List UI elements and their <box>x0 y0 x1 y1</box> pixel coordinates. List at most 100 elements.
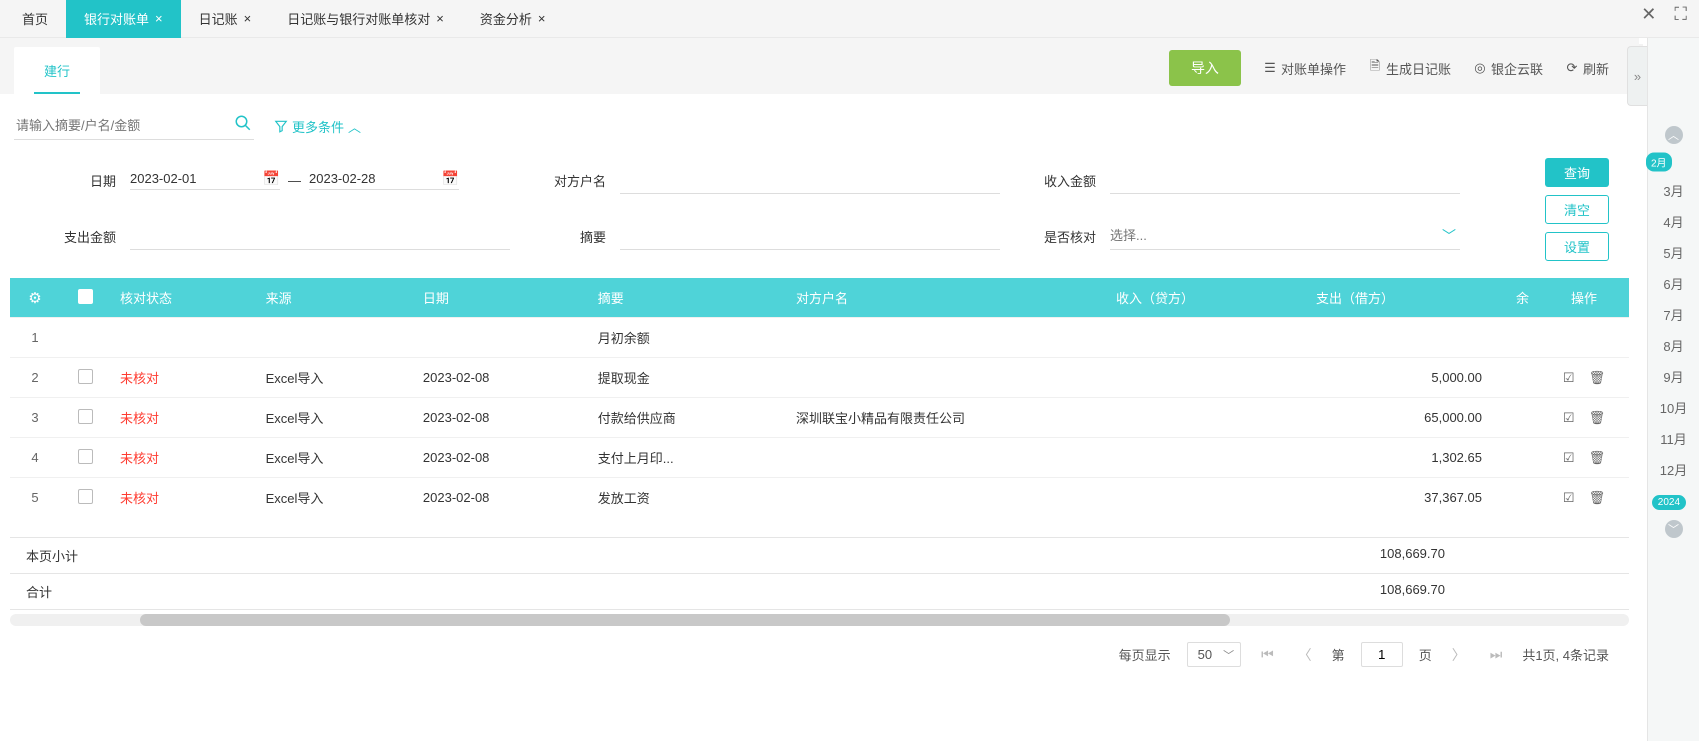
search-icon[interactable] <box>234 114 252 137</box>
calendar-icon[interactable]: 📅 <box>442 170 459 187</box>
month-item[interactable]: 11月 <box>1660 423 1687 454</box>
fullscreen-icon[interactable]: ⛶ <box>1674 4 1687 25</box>
month-item-active[interactable]: 2月 <box>1648 148 1699 175</box>
page-input[interactable] <box>1361 642 1403 667</box>
month-item[interactable]: 5月 <box>1660 237 1687 268</box>
counterparty-label: 对方户名 <box>510 171 620 190</box>
month-item[interactable]: 8月 <box>1660 330 1687 361</box>
per-page-select[interactable]: 50 ﹀ <box>1187 642 1241 667</box>
gen-journal-link[interactable]: 🗎生成日记账 <box>1368 59 1451 78</box>
tab-bank-statement[interactable]: 银行对账单× <box>66 0 181 38</box>
month-item[interactable]: 10月 <box>1660 392 1687 423</box>
close-icon[interactable]: × <box>538 11 546 26</box>
scrollbar-thumb[interactable] <box>140 614 1230 626</box>
date-to-field[interactable]: 2023-02-28 📅 <box>309 170 459 190</box>
cell-expense: 5,000.00 <box>1306 358 1506 398</box>
scroll-up-icon[interactable]: ︿ <box>1665 126 1683 144</box>
counterparty-input[interactable] <box>620 172 1000 187</box>
tab-reconcile[interactable]: 日记账与银行对账单核对× <box>269 0 462 38</box>
month-item[interactable]: 3月 <box>1660 175 1687 206</box>
month-item[interactable]: 6月 <box>1660 268 1687 299</box>
bank-tab[interactable]: 建行 <box>14 47 100 94</box>
date-from-field[interactable]: 2023-02-01 📅 <box>130 170 280 190</box>
import-button[interactable]: 导入 <box>1169 50 1241 86</box>
table-row[interactable]: 2未核对Excel导入2023-02-08提取现金5,000.00☑🗑 <box>10 358 1629 398</box>
counterparty-field[interactable] <box>620 166 1000 194</box>
chevron-down-icon: ﹀ <box>1223 647 1234 663</box>
refresh-link[interactable]: ⟳刷新 <box>1565 59 1609 78</box>
row-checkbox[interactable] <box>78 449 93 464</box>
tab-home[interactable]: 首页 <box>4 0 66 38</box>
table-row[interactable]: 5未核对Excel导入2023-02-08发放工资37,367.05☑🗑 <box>10 478 1629 518</box>
gear-icon[interactable]: ⚙ <box>28 290 41 307</box>
close-icon[interactable]: × <box>436 11 444 26</box>
search-input[interactable] <box>14 112 254 139</box>
summary-field[interactable] <box>620 222 1000 250</box>
row-index: 4 <box>10 438 60 478</box>
summary-input[interactable] <box>620 228 1000 243</box>
expense-field[interactable] <box>130 222 510 250</box>
per-page-value: 50 <box>1198 647 1212 662</box>
calendar-icon[interactable]: 📅 <box>263 170 280 187</box>
summary-label: 摘要 <box>510 227 620 246</box>
reconciled-input[interactable] <box>1110 228 1460 243</box>
horizontal-scrollbar[interactable] <box>10 614 1629 626</box>
row-checkbox[interactable] <box>78 369 93 384</box>
month-item[interactable]: 12月 <box>1660 454 1687 485</box>
month-active-label: 2月 <box>1646 152 1672 171</box>
cell-source: Excel导入 <box>256 438 413 478</box>
delete-icon[interactable]: 🗑 <box>1589 410 1606 426</box>
col-balance[interactable]: 余 <box>1506 278 1539 318</box>
check-icon[interactable]: ☑ <box>1563 490 1575 506</box>
check-icon[interactable]: ☑ <box>1563 410 1575 426</box>
collapse-handle[interactable]: » <box>1627 46 1647 106</box>
row-checkbox[interactable] <box>78 409 93 424</box>
bank-cloud-link[interactable]: ◎银企云联 <box>1473 59 1543 78</box>
col-status[interactable]: 核对状态 <box>110 278 256 318</box>
month-item[interactable]: 1月2024 <box>1660 485 1687 516</box>
table-row[interactable]: 1月初余额 <box>10 318 1629 358</box>
col-summary[interactable]: 摘要 <box>588 278 786 318</box>
year-badge: 2024 <box>1652 495 1686 510</box>
more-conditions-toggle[interactable]: 更多条件 ︿ <box>274 117 361 136</box>
close-icon[interactable]: × <box>244 11 252 26</box>
tab-fund-analysis[interactable]: 资金分析× <box>462 0 564 38</box>
action-link-label: 刷新 <box>1583 59 1609 78</box>
month-item[interactable]: 9月 <box>1660 361 1687 392</box>
delete-icon[interactable]: 🗑 <box>1589 490 1606 506</box>
reconciled-select[interactable]: ﹀ <box>1110 222 1460 250</box>
check-icon[interactable]: ☑ <box>1563 450 1575 466</box>
delete-icon[interactable]: 🗑 <box>1589 370 1606 386</box>
date-to-value: 2023-02-28 <box>309 171 376 186</box>
delete-icon[interactable]: 🗑 <box>1589 450 1606 466</box>
month-item[interactable]: 7月 <box>1660 299 1687 330</box>
table-row[interactable]: 4未核对Excel导入2023-02-08支付上月印...1,302.65☑🗑 <box>10 438 1629 478</box>
col-expense[interactable]: 支出（借方） <box>1306 278 1506 318</box>
tab-journal[interactable]: 日记账× <box>181 0 270 38</box>
col-counterparty[interactable]: 对方户名 <box>786 278 1106 318</box>
col-income[interactable]: 收入（贷方） <box>1106 278 1306 318</box>
query-button[interactable]: 查询 <box>1545 158 1609 187</box>
next-page-button[interactable]: 〉 <box>1448 645 1470 665</box>
check-icon[interactable]: ☑ <box>1563 370 1575 386</box>
clear-button[interactable]: 清空 <box>1545 195 1609 224</box>
scroll-down-icon[interactable]: ﹀ <box>1665 520 1683 538</box>
page-subtotal-label: 本页小计 <box>10 546 140 565</box>
close-window-icon[interactable]: ✕ <box>1641 4 1656 25</box>
select-all-checkbox[interactable] <box>78 289 93 304</box>
close-icon[interactable]: × <box>155 11 163 26</box>
cell-income <box>1106 318 1306 358</box>
prev-page-button[interactable]: 〈 <box>1294 645 1316 665</box>
settings-button[interactable]: 设置 <box>1545 232 1609 261</box>
expense-input[interactable] <box>130 228 510 243</box>
income-input[interactable] <box>1110 172 1460 187</box>
statement-ops-link[interactable]: ☰对账单操作 <box>1263 59 1346 78</box>
row-checkbox[interactable] <box>78 489 93 504</box>
first-page-button[interactable]: ⏮ <box>1257 646 1278 663</box>
col-date[interactable]: 日期 <box>413 278 588 318</box>
table-row[interactable]: 3未核对Excel导入2023-02-08付款给供应商深圳联宝小精品有限责任公司… <box>10 398 1629 438</box>
month-item[interactable]: 4月 <box>1660 206 1687 237</box>
col-source[interactable]: 来源 <box>256 278 413 318</box>
income-field[interactable] <box>1110 166 1460 194</box>
last-page-button[interactable]: ⏭ <box>1486 646 1507 663</box>
